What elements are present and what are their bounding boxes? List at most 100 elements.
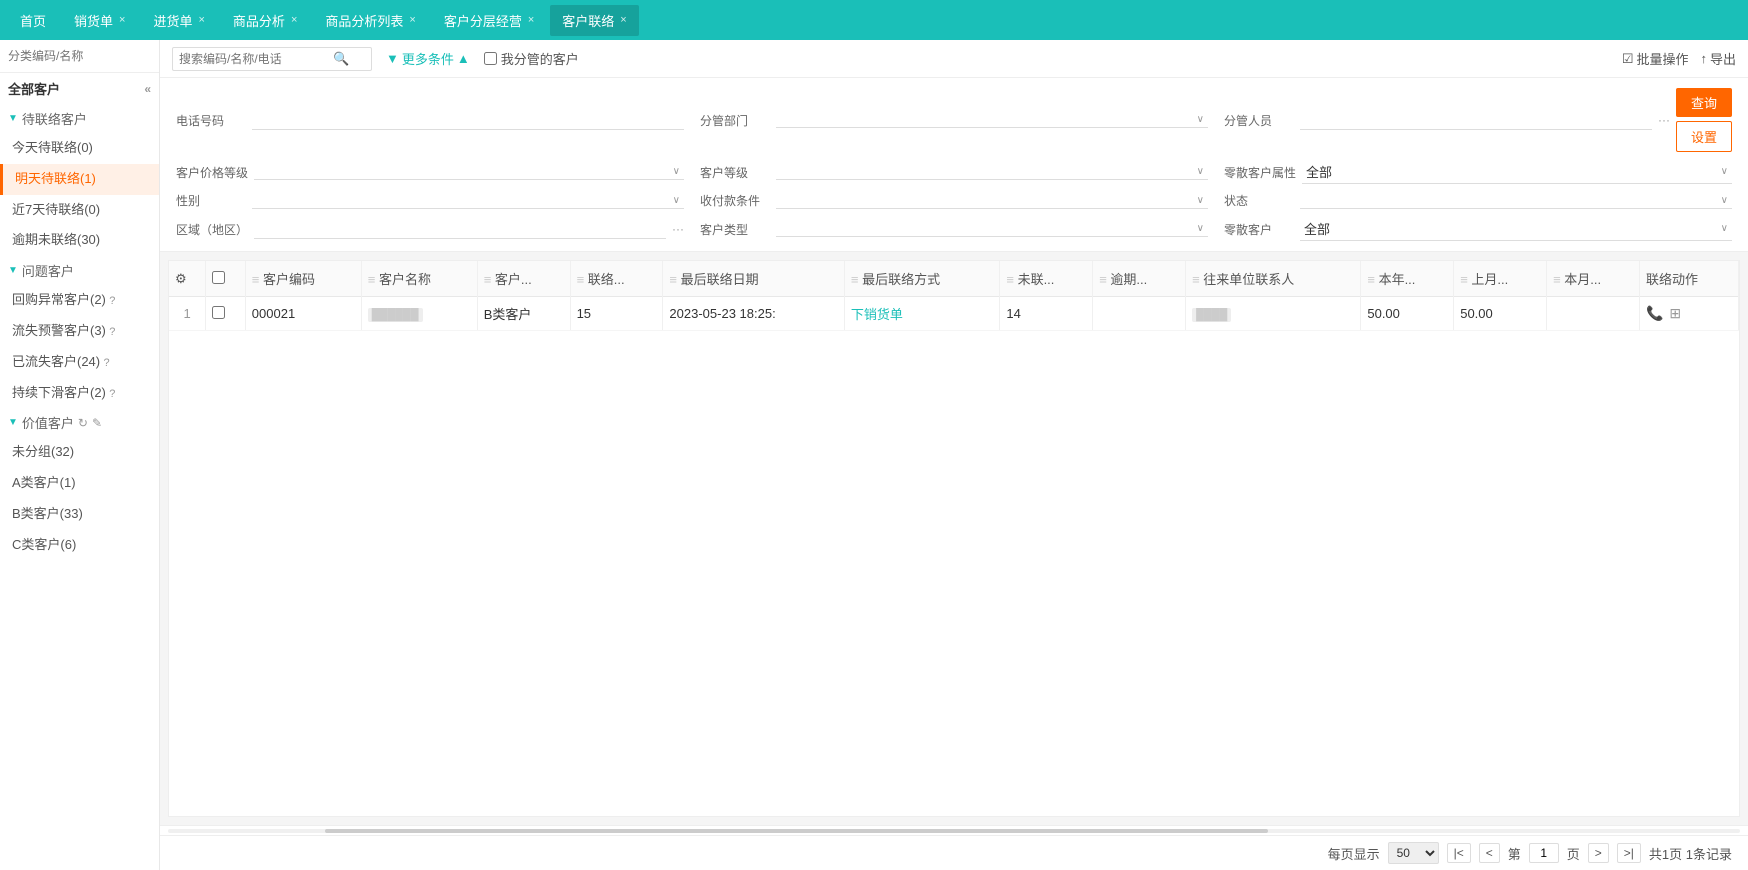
row-checkbox[interactable] xyxy=(212,306,225,319)
batch-op-btn[interactable]: ☑ 批量操作 xyxy=(1622,49,1689,68)
person-more-icon[interactable]: ··· xyxy=(1658,113,1670,127)
close-purchase-order-icon[interactable]: × xyxy=(198,14,204,26)
sidebar-item-class-b[interactable]: B类客户(33) xyxy=(0,499,159,530)
last-contact-method-link[interactable]: 下销货单 xyxy=(851,307,903,322)
row-code: 000021 xyxy=(245,297,361,331)
sidebar: 🔍 全部客户 « ▼ 待联络客户 今天待联络(0) 明天待联络(1) 近7天待联… xyxy=(0,40,160,870)
row-this-year: 50.00 xyxy=(1361,297,1454,331)
col-last-month[interactable]: 上月... xyxy=(1454,261,1547,297)
col-not-contacted[interactable]: 未联... xyxy=(1000,261,1093,297)
nav-home[interactable]: 首页 xyxy=(8,5,58,36)
close-customer-segment-icon[interactable]: × xyxy=(528,14,534,26)
sidebar-item-abnormal-repurchase[interactable]: 回购异常客户(2) ? xyxy=(0,285,159,316)
close-customer-contact-icon[interactable]: × xyxy=(620,14,626,26)
sidebar-search-input[interactable] xyxy=(8,49,160,63)
table-area: ⚙ 客户编码 客户名称 客户... 联络... 最后联络日期 最后联络方式 未联… xyxy=(168,260,1740,817)
sidebar-item-ungrouped[interactable]: 未分组(32) xyxy=(0,437,159,468)
toolbar-search-input[interactable] xyxy=(179,52,329,66)
col-settings[interactable]: ⚙ xyxy=(169,261,206,297)
col-last-contact-date[interactable]: 最后联络日期 xyxy=(663,261,844,297)
help-icon-2[interactable]: ? xyxy=(109,326,115,338)
nav-sales-order[interactable]: 销货单 × xyxy=(62,5,137,36)
sidebar-item-churned[interactable]: 已流失客户(24) ? xyxy=(0,347,159,378)
nav-purchase-order[interactable]: 进货单 × xyxy=(141,5,216,36)
first-page-btn[interactable]: |< xyxy=(1447,843,1471,863)
collapse-icon[interactable]: « xyxy=(144,82,151,96)
close-product-analysis-icon[interactable]: × xyxy=(291,14,297,26)
nav-customer-segment[interactable]: 客户分层经营 × xyxy=(432,5,546,36)
sidebar-item-week-pending[interactable]: 近7天待联络(0) xyxy=(0,195,159,226)
more-filters-btn[interactable]: ▼ 更多条件 ▲ xyxy=(380,46,476,71)
table-header-row: ⚙ 客户编码 客户名称 客户... 联络... 最后联络日期 最后联络方式 未联… xyxy=(169,261,1739,297)
next-page-btn[interactable]: > xyxy=(1588,843,1609,863)
col-name[interactable]: 客户名称 xyxy=(361,261,477,297)
sidebar-item-today-pending[interactable]: 今天待联络(0) xyxy=(0,133,159,164)
edit-icon[interactable]: ✎ xyxy=(92,416,102,430)
my-customers-checkbox[interactable] xyxy=(484,52,497,65)
close-product-analysis-list-icon[interactable]: × xyxy=(409,14,415,26)
page-input[interactable] xyxy=(1529,843,1559,863)
filter-phone-input[interactable] xyxy=(252,111,684,130)
all-customers-header[interactable]: 全部客户 « xyxy=(0,73,159,104)
filter-customer-level-row: 客户等级 ∨ xyxy=(700,160,1208,184)
filter-price-level-select[interactable]: ∨ xyxy=(254,164,684,180)
page-size-select[interactable]: 50 10 20 100 xyxy=(1388,842,1439,864)
action-phone-icon[interactable]: 📞 xyxy=(1646,305,1663,322)
customers-table: ⚙ 客户编码 客户名称 客户... 联络... 最后联络日期 最后联络方式 未联… xyxy=(169,261,1739,331)
col-checkbox[interactable] xyxy=(206,261,246,297)
query-btn[interactable]: 查询 xyxy=(1676,88,1732,117)
help-icon-1[interactable]: ? xyxy=(109,295,115,307)
filter-customer-type-select[interactable]: ∨ xyxy=(776,221,1208,237)
help-icon-3[interactable]: ? xyxy=(103,357,109,369)
sidebar-item-declining[interactable]: 持续下滑客户(2) ? xyxy=(0,378,159,409)
col-code[interactable]: 客户编码 xyxy=(245,261,361,297)
nav-product-analysis-list[interactable]: 商品分析列表 × xyxy=(313,5,427,36)
sidebar-item-tomorrow-pending[interactable]: 明天待联络(1) xyxy=(0,164,159,195)
nav-product-analysis[interactable]: 商品分析 × xyxy=(221,5,309,36)
horizontal-scrollbar[interactable] xyxy=(160,825,1748,835)
row-last-contact-method[interactable]: 下销货单 xyxy=(844,297,1000,331)
row-checkbox-cell[interactable] xyxy=(206,297,246,331)
filter-region-input[interactable] xyxy=(254,220,666,239)
filter-price-level-row: 客户价格等级 ∨ xyxy=(176,160,684,184)
my-customers-checkbox-label[interactable]: 我分管的客户 xyxy=(484,49,579,68)
select-all-checkbox[interactable] xyxy=(212,271,225,284)
filter-payment-select[interactable]: ∨ xyxy=(776,193,1208,209)
filter-gender-select[interactable]: ∨ xyxy=(252,193,684,209)
region-more-icon[interactable]: ··· xyxy=(672,222,684,236)
price-level-chevron-icon: ∨ xyxy=(673,166,680,177)
close-sales-order-icon[interactable]: × xyxy=(119,14,125,26)
sidebar-item-churn-warning[interactable]: 流失预警客户(3) ? xyxy=(0,316,159,347)
col-this-year[interactable]: 本年... xyxy=(1361,261,1454,297)
gender-chevron-icon: ∨ xyxy=(673,195,680,206)
row-type: B类客户 xyxy=(477,297,570,331)
toolbar-search-icon[interactable]: 🔍 xyxy=(333,51,349,67)
filter-customer-level-select[interactable]: ∨ xyxy=(776,164,1208,180)
scroll-thumb[interactable] xyxy=(325,829,1268,833)
sidebar-item-class-a[interactable]: A类客户(1) xyxy=(0,468,159,499)
help-icon-4[interactable]: ? xyxy=(109,388,115,400)
col-last-contact-method[interactable]: 最后联络方式 xyxy=(844,261,1000,297)
filter-retail-row: 零散客户 全部 ∨ xyxy=(1224,217,1732,241)
filter-retail-select[interactable]: 全部 ∨ xyxy=(1300,217,1732,241)
setting-btn[interactable]: 设置 xyxy=(1676,121,1732,152)
col-contacts[interactable]: 联络... xyxy=(570,261,663,297)
page-size-label: 每页显示 xyxy=(1328,844,1380,863)
col-type[interactable]: 客户... xyxy=(477,261,570,297)
col-overdue[interactable]: 逾期... xyxy=(1093,261,1186,297)
sidebar-item-overdue-pending[interactable]: 逾期未联络(30) xyxy=(0,225,159,256)
refresh-icon[interactable]: ↻ xyxy=(78,416,88,430)
export-btn[interactable]: ↑ 导出 xyxy=(1700,49,1736,68)
prev-page-btn[interactable]: < xyxy=(1479,843,1500,863)
filter-status-select[interactable]: ∨ xyxy=(1300,193,1732,209)
filter-dept-select[interactable]: ∨ xyxy=(776,112,1208,128)
sidebar-item-class-c[interactable]: C类客户(6) xyxy=(0,530,159,561)
filter-retail-attr-select[interactable]: 全部 ∨ xyxy=(1302,160,1732,184)
last-page-btn[interactable]: >| xyxy=(1617,843,1641,863)
col-action: 联络动作 xyxy=(1639,261,1738,297)
filter-person-input[interactable] xyxy=(1300,111,1652,130)
col-contact-person[interactable]: 往来单位联系人 xyxy=(1186,261,1361,297)
nav-customer-contact[interactable]: 客户联络 × xyxy=(550,5,638,36)
action-grid-icon[interactable]: ⊞ xyxy=(1669,305,1681,322)
col-this-month[interactable]: 本月... xyxy=(1547,261,1640,297)
